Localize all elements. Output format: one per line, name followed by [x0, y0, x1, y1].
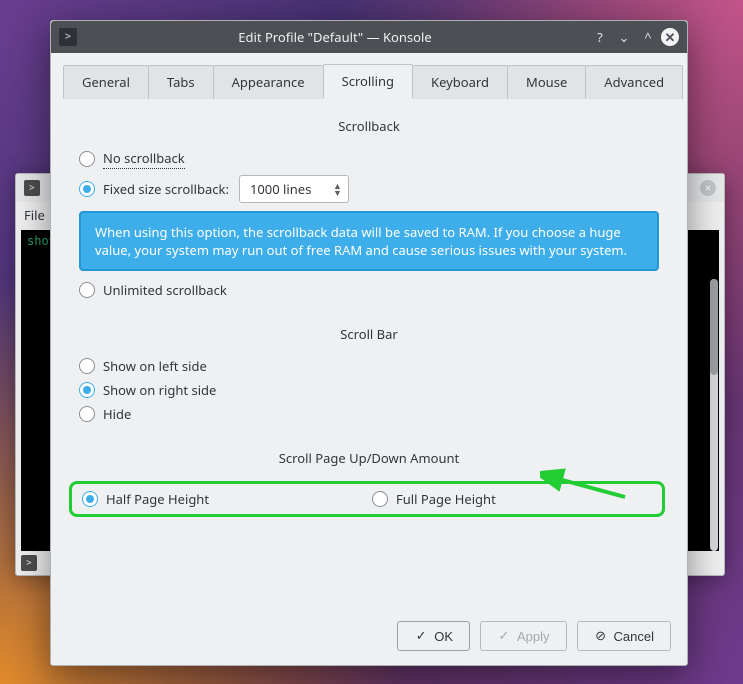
tab-general[interactable]: General — [63, 65, 149, 99]
spin-down-icon[interactable]: ▼ — [333, 189, 342, 196]
radio-full-page-input[interactable] — [372, 491, 388, 507]
radio-scrollbar-hide-input[interactable] — [79, 406, 95, 422]
label-half-page: Half Page Height — [106, 490, 209, 508]
label-unlimited-scrollback: Unlimited scrollback — [103, 281, 227, 299]
radio-unlimited-scrollback[interactable]: Unlimited scrollback — [79, 281, 227, 299]
radio-half-page[interactable]: Half Page Height — [82, 490, 362, 508]
tab-scrolling[interactable]: Scrolling — [323, 64, 413, 99]
label-scrollbar-left: Show on left side — [103, 357, 207, 375]
radio-unlimited-scrollback-input[interactable] — [79, 282, 95, 298]
tab-appearance[interactable]: Appearance — [213, 65, 324, 99]
check-icon: ✓ — [414, 628, 428, 644]
section-scrollbar-title: Scroll Bar — [79, 325, 659, 343]
keep-above-icon[interactable]: ^ — [637, 26, 659, 48]
section-scrollback-title: Scrollback — [79, 117, 659, 135]
tab-advanced[interactable]: Advanced — [585, 65, 683, 99]
close-icon[interactable]: ✕ — [661, 28, 679, 46]
ok-button[interactable]: ✓ OK — [397, 621, 470, 651]
radio-scrollbar-left[interactable]: Show on left side — [79, 357, 207, 375]
cancel-button-label: Cancel — [614, 629, 654, 644]
radio-scrollbar-right[interactable]: Show on right side — [79, 381, 216, 399]
radio-no-scrollback[interactable]: No scrollback — [79, 149, 185, 169]
cancel-icon: ⊘ — [594, 628, 608, 644]
tab-tabs[interactable]: Tabs — [148, 65, 214, 99]
edit-profile-dialog: Edit Profile "Default" — Konsole ? ⌄ ^ ✕… — [50, 20, 688, 666]
radio-scrollbar-left-input[interactable] — [79, 358, 95, 374]
radio-scrollbar-right-input[interactable] — [79, 382, 95, 398]
apply-button-label: Apply — [517, 629, 550, 644]
radio-fixed-scrollback-input[interactable] — [79, 181, 95, 197]
dialog-app-icon — [59, 28, 77, 46]
help-icon[interactable]: ? — [589, 26, 611, 48]
radio-no-scrollback-input[interactable] — [79, 151, 95, 167]
status-tab-icon — [21, 555, 37, 571]
radio-half-page-input[interactable] — [82, 491, 98, 507]
tab-bar: General Tabs Appearance Scrolling Keyboa… — [63, 63, 675, 99]
label-scrollbar-right: Show on right side — [103, 381, 216, 399]
spinbox-arrows[interactable]: ▲ ▼ — [333, 182, 342, 196]
section-pageupdown-title: Scroll Page Up/Down Amount — [79, 449, 659, 467]
ok-button-label: OK — [434, 629, 453, 644]
label-scrollbar-hide: Hide — [103, 405, 131, 423]
konsole-app-icon — [24, 180, 40, 196]
keep-below-icon[interactable]: ⌄ — [613, 26, 635, 48]
scrollback-lines-value: 1000 lines — [250, 180, 311, 198]
radio-fixed-scrollback[interactable]: Fixed size scrollback: — [79, 180, 229, 198]
label-fixed-scrollback: Fixed size scrollback: — [103, 180, 229, 198]
apply-button: ✓ Apply — [480, 621, 567, 651]
background-statusbar — [21, 554, 37, 572]
check-icon: ✓ — [497, 628, 511, 644]
background-close-icon[interactable]: × — [700, 180, 716, 196]
tab-mouse[interactable]: Mouse — [507, 65, 586, 99]
radio-full-page[interactable]: Full Page Height — [372, 490, 652, 508]
cancel-button[interactable]: ⊘ Cancel — [577, 621, 671, 651]
radio-scrollbar-hide[interactable]: Hide — [79, 405, 131, 423]
dialog-content: Scrollback No scrollback Fixed size scro… — [51, 99, 687, 608]
tab-keyboard[interactable]: Keyboard — [412, 65, 508, 99]
background-scrollbar[interactable] — [710, 279, 718, 551]
label-full-page: Full Page Height — [396, 490, 496, 508]
dialog-button-row: ✓ OK ✓ Apply ⊘ Cancel — [51, 608, 687, 665]
menu-file[interactable]: File — [24, 206, 45, 224]
dialog-titlebar[interactable]: Edit Profile "Default" — Konsole ? ⌄ ^ ✕ — [51, 21, 687, 53]
scrollback-info-box: When using this option, the scrollback d… — [79, 211, 659, 271]
label-no-scrollback: No scrollback — [103, 149, 185, 169]
annotation-highlight-frame: Half Page Height Full Page Height — [69, 481, 665, 517]
scrollback-lines-spinbox[interactable]: 1000 lines ▲ ▼ — [239, 175, 349, 203]
dialog-title: Edit Profile "Default" — Konsole — [83, 28, 587, 46]
